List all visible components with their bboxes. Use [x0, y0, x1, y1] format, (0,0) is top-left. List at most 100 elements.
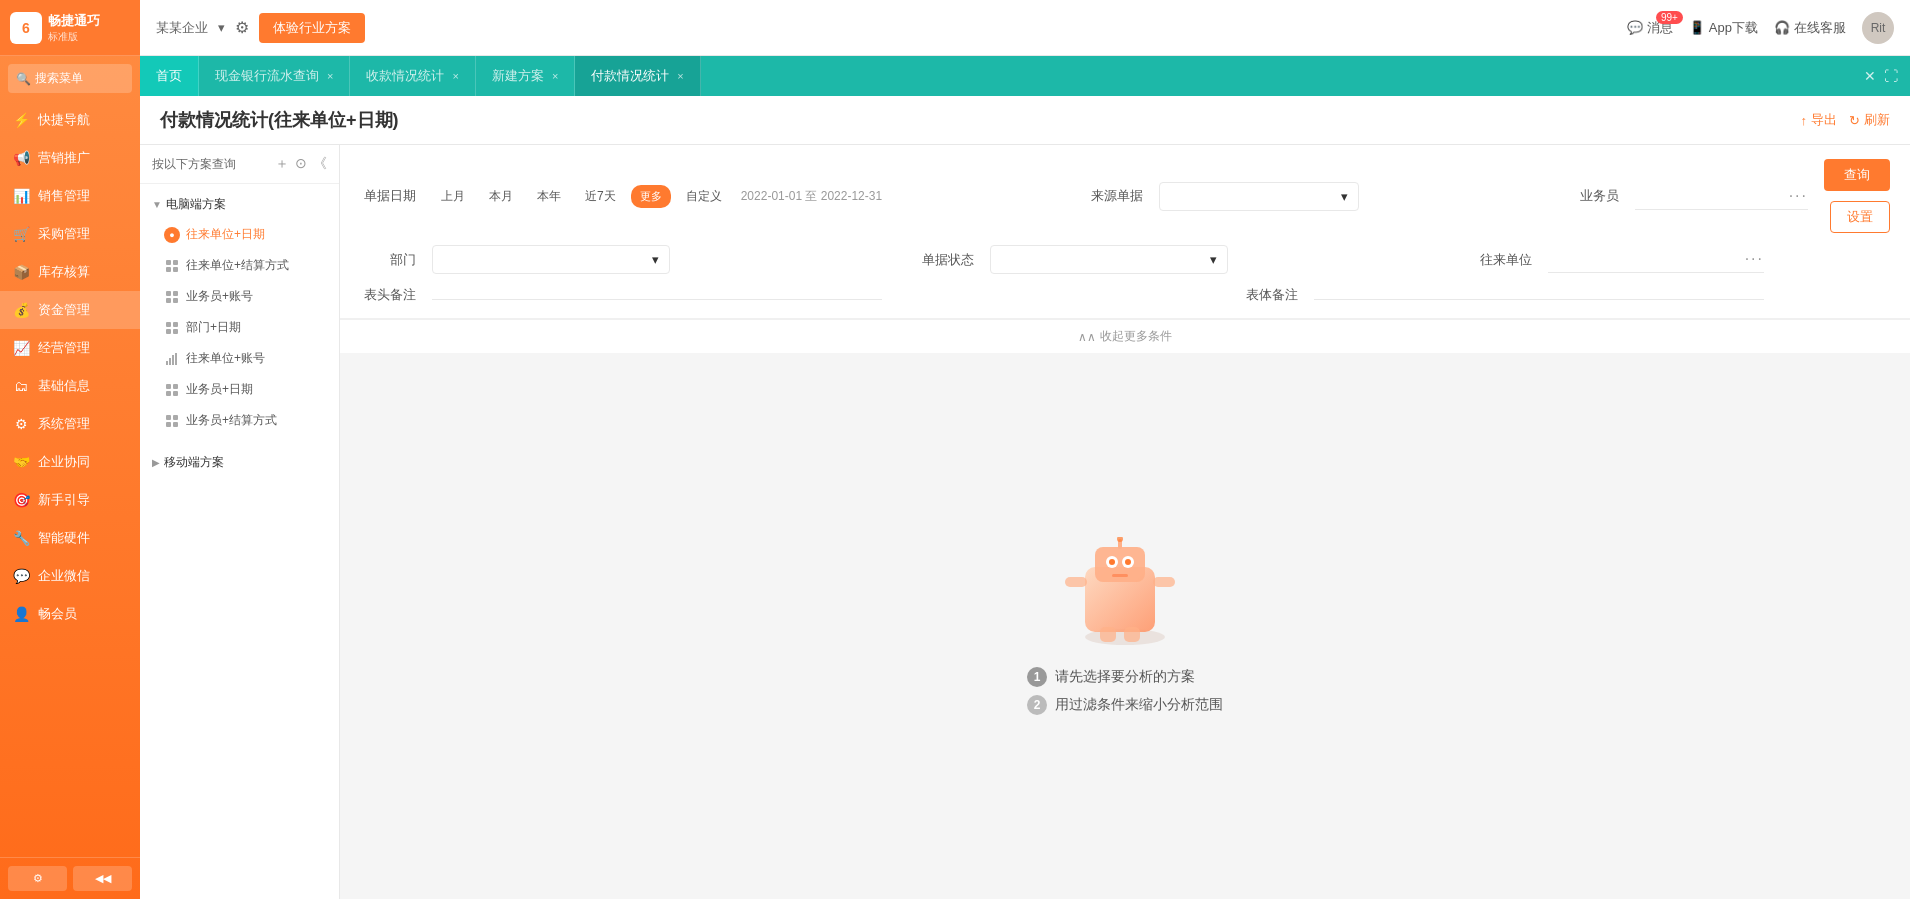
staff-dots-btn[interactable]: ··· — [1789, 187, 1808, 205]
svg-rect-5 — [173, 291, 178, 296]
sidebar-item-marketing[interactable]: 📢营销推广 — [0, 139, 140, 177]
sidebar-item-purchase[interactable]: 🛒采购管理 — [0, 215, 140, 253]
search-menu-btn[interactable]: 🔍 搜索菜单 — [8, 64, 132, 93]
window-maximize-btn[interactable]: ⛶ — [1884, 68, 1898, 84]
svg-rect-6 — [166, 298, 171, 303]
user-avatar[interactable]: Rit — [1862, 12, 1894, 44]
sidebar-label-inventory: 库存核算 — [38, 263, 90, 281]
sidebar-item-basic[interactable]: 🗂基础信息 — [0, 367, 140, 405]
voucher-status-label: 单据状态 — [918, 251, 974, 269]
scheme-dept-date[interactable]: 部门+日期 — [140, 312, 339, 343]
tab-receivable[interactable]: 收款情况统计 × — [350, 56, 475, 96]
topbar-breadcrumb: 某某企业 — [156, 19, 208, 37]
tab-new-scheme-close[interactable]: × — [552, 70, 558, 82]
partner-dots-btn[interactable]: ··· — [1745, 250, 1764, 268]
tab-payment-stats-close[interactable]: × — [677, 70, 683, 82]
sidebar-label-member: 畅会员 — [38, 605, 77, 623]
scheme-settings-icon[interactable]: ⊙ — [295, 155, 307, 173]
logo-text-group: 畅捷通巧 标准版 — [48, 12, 100, 44]
sidebar: 6 畅捷通巧 标准版 🔍 搜索菜单 ⚡快捷导航📢营销推广📊销售管理🛒采购管理📦库… — [0, 0, 140, 899]
logo-icon: 6 — [10, 12, 42, 44]
filter-panel: 单据日期 上月 本月 本年 近7天 更多 自定义 2022-01-01 至 20… — [340, 145, 1910, 319]
scheme-partner-settle-icon — [164, 258, 180, 274]
sidebar-item-quick-nav[interactable]: ⚡快捷导航 — [0, 101, 140, 139]
staff-label: 业务员 — [1563, 187, 1619, 205]
tab-home[interactable]: 首页 — [140, 56, 199, 96]
sidebar-icon-quick-nav: ⚡ — [12, 111, 30, 129]
tab-bank-flow[interactable]: 现金银行流水查询 × — [199, 56, 350, 96]
sidebar-item-inventory[interactable]: 📦库存核算 — [0, 253, 140, 291]
settings-btn[interactable]: 设置 — [1830, 201, 1890, 233]
svg-rect-37 — [1124, 627, 1140, 642]
scheme-partner-date[interactable]: ● 往来单位+日期 — [140, 219, 339, 250]
dept-select[interactable]: ▾ — [432, 245, 670, 274]
date-option-7days[interactable]: 近7天 — [576, 184, 625, 209]
sidebar-collapse-btn[interactable]: ◀◀ — [73, 866, 132, 891]
date-option-more[interactable]: 更多 — [631, 185, 671, 208]
notifications-btn[interactable]: 💬 消息 99+ — [1627, 19, 1673, 37]
date-option-this-month[interactable]: 本月 — [480, 184, 522, 209]
notifications-badge: 99+ — [1656, 11, 1683, 24]
svg-rect-3 — [173, 267, 178, 272]
svg-rect-18 — [166, 391, 171, 396]
sidebar-item-corp[interactable]: 🤝企业协同 — [0, 443, 140, 481]
tab-payment-stats[interactable]: 付款情况统计 × — [575, 56, 700, 96]
panel-collapse-icon[interactable]: 《 — [313, 155, 327, 173]
mobile-schemes-title[interactable]: ▶ 移动端方案 — [140, 448, 339, 477]
mobile-schemes-section: ▶ 移动端方案 — [140, 442, 339, 483]
window-close-btn[interactable]: ✕ — [1864, 68, 1876, 84]
collapse-arrow-icon: ∧∧ — [1078, 330, 1096, 344]
collapse-filters-btn[interactable]: ∧∧ 收起更多条件 — [340, 319, 1910, 353]
sidebar-item-guide[interactable]: 🎯新手引导 — [0, 481, 140, 519]
scheme-partner-settle[interactable]: 往来单位+结算方式 — [140, 250, 339, 281]
desktop-schemes-title[interactable]: ▼ 电脑端方案 — [140, 190, 339, 219]
sidebar-item-wechat[interactable]: 💬企业微信 — [0, 557, 140, 595]
topbar-gear-icon[interactable]: ⚙ — [235, 18, 249, 37]
tab-new-scheme[interactable]: 新建方案 × — [476, 56, 575, 96]
query-btn[interactable]: 查询 — [1824, 159, 1890, 191]
date-option-custom[interactable]: 自定义 — [677, 184, 731, 209]
sidebar-item-member[interactable]: 👤畅会员 — [0, 595, 140, 633]
topbar-dropdown-icon[interactable]: ▾ — [218, 20, 225, 35]
scheme-panel-label: 按以下方案查询 — [152, 156, 236, 173]
source-select-arrow: ▾ — [1341, 189, 1348, 204]
desktop-schemes-label: 电脑端方案 — [166, 196, 226, 213]
voucher-status-select[interactable]: ▾ — [990, 245, 1228, 274]
sidebar-item-finance[interactable]: 💰资金管理 — [0, 291, 140, 329]
scheme-partner-account[interactable]: 往来单位+账号 — [140, 343, 339, 374]
sidebar-item-operation[interactable]: 📈经营管理 — [0, 329, 140, 367]
scheme-staff-date[interactable]: 业务员+日期 — [140, 374, 339, 405]
sidebar-item-sales[interactable]: 📊销售管理 — [0, 177, 140, 215]
tab-receivable-close[interactable]: × — [452, 70, 458, 82]
tip-text-1: 请先选择要分析的方案 — [1055, 668, 1195, 686]
date-option-last-month[interactable]: 上月 — [432, 184, 474, 209]
refresh-btn[interactable]: ↻ 刷新 — [1849, 111, 1890, 129]
tab-bank-flow-label: 现金银行流水查询 — [215, 67, 319, 85]
page-header-actions: ↑ 导出 ↻ 刷新 — [1801, 111, 1891, 129]
scheme-staff-settle[interactable]: 业务员+结算方式 — [140, 405, 339, 436]
online-service-btn[interactable]: 🎧 在线客服 — [1774, 19, 1846, 37]
sidebar-footer: ⚙ ◀◀ — [0, 857, 140, 899]
tab-bank-flow-close[interactable]: × — [327, 70, 333, 82]
date-range-text: 2022-01-01 至 2022-12-31 — [741, 188, 882, 205]
date-option-this-year[interactable]: 本年 — [528, 184, 570, 209]
svg-point-29 — [1109, 559, 1115, 565]
sidebar-icon-hardware: 🔧 — [12, 529, 30, 547]
tab-payment-stats-label: 付款情况统计 — [591, 67, 669, 85]
svg-rect-12 — [166, 361, 168, 365]
scheme-dept-date-label: 部门+日期 — [186, 319, 241, 336]
sidebar-label-hardware: 智能硬件 — [38, 529, 90, 547]
trial-btn[interactable]: 体验行业方案 — [259, 13, 365, 43]
sidebar-settings-btn[interactable]: ⚙ — [8, 866, 67, 891]
date-options-group: 上月 本月 本年 近7天 更多 自定义 2022-01-01 至 2022-12… — [432, 184, 882, 209]
sidebar-item-system[interactable]: ⚙系统管理 — [0, 405, 140, 443]
scheme-staff-settle-label: 业务员+结算方式 — [186, 412, 277, 429]
scheme-staff-account[interactable]: 业务员+账号 — [140, 281, 339, 312]
source-select[interactable]: ▾ — [1159, 182, 1359, 211]
app-download-btn[interactable]: 📱 App下载 — [1689, 19, 1758, 37]
tip-text-2: 用过滤条件来缩小分析范围 — [1055, 696, 1223, 714]
export-btn[interactable]: ↑ 导出 — [1801, 111, 1838, 129]
add-scheme-icon[interactable]: ＋ — [275, 155, 289, 173]
sidebar-item-hardware[interactable]: 🔧 智能硬件 — [0, 519, 140, 557]
brand-name: 畅捷通巧 — [48, 12, 100, 30]
